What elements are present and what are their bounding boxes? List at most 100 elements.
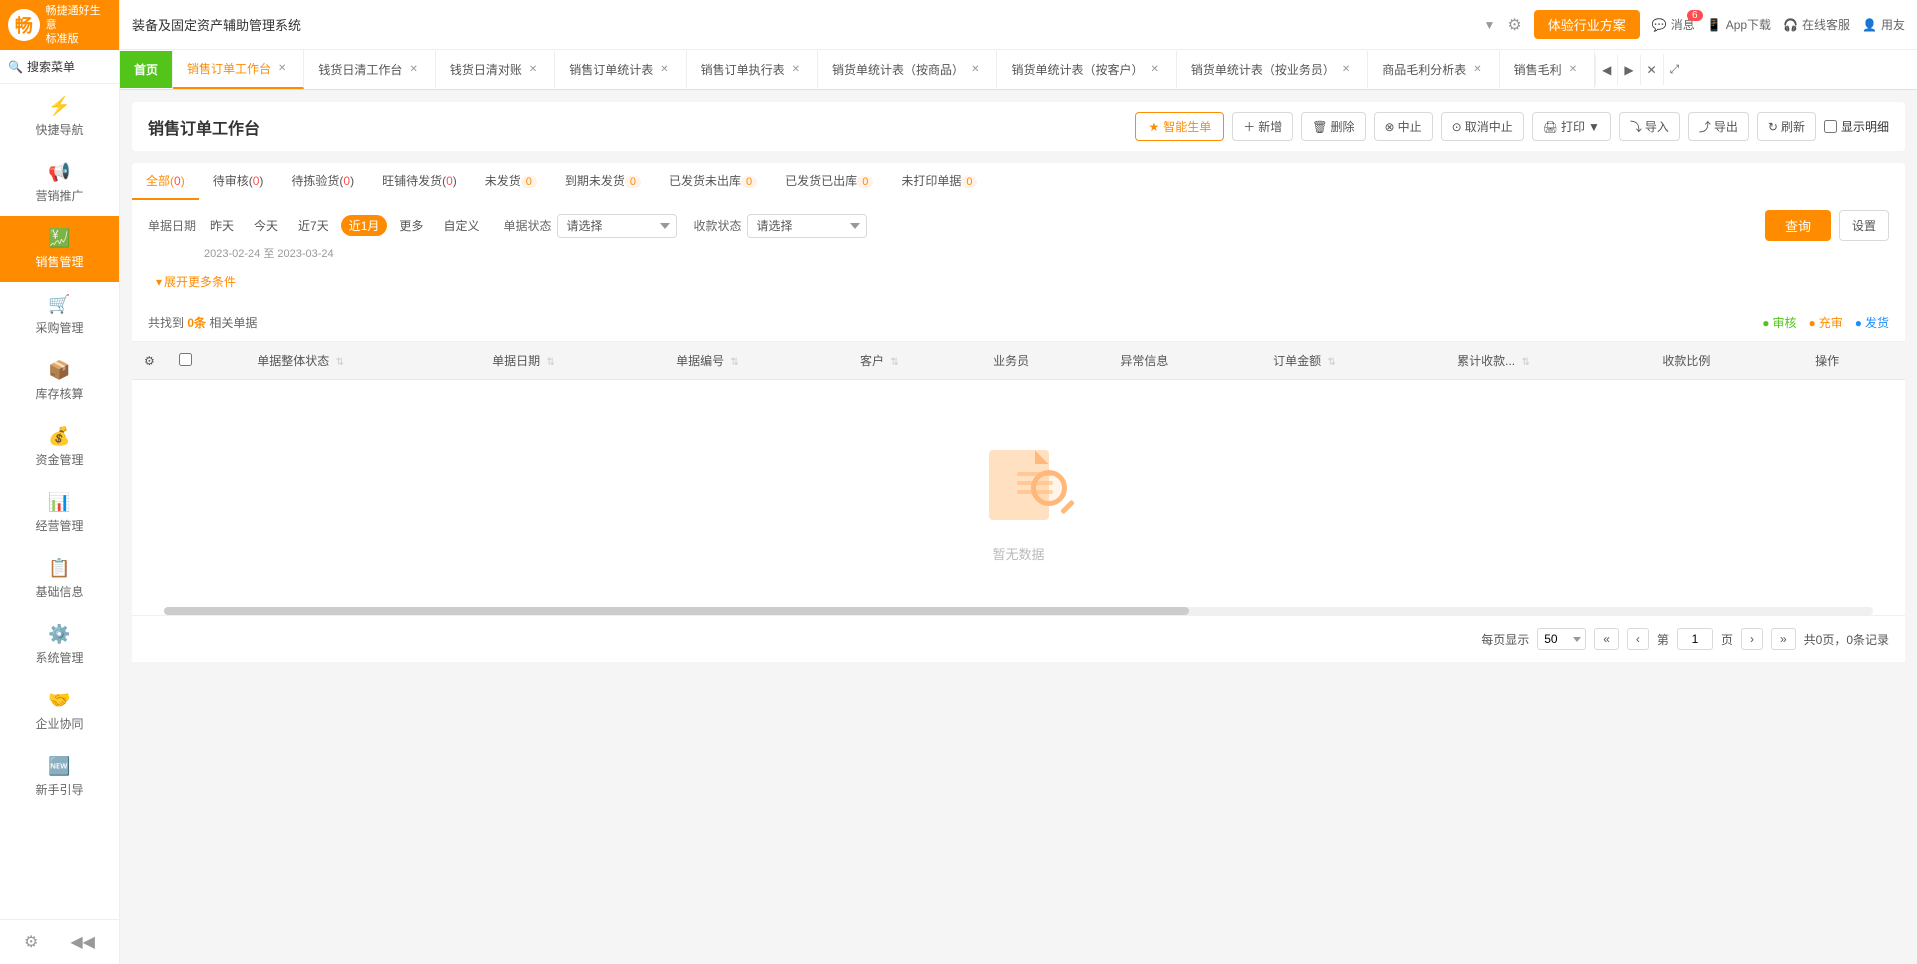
sidebar-item-quick-nav[interactable]: ⚡快捷导航 <box>0 84 119 150</box>
tab-sales-summary-customer[interactable]: 销货单统计表（按客户）✕ <box>997 51 1176 88</box>
collapse-icon[interactable]: ◀◀ <box>66 928 99 956</box>
sort-customer-icon[interactable]: ⇅ <box>890 357 898 368</box>
cancel-stop-btn[interactable]: ⊙ 取消中止 <box>1441 112 1524 141</box>
tab-maximize-btn[interactable]: ⤢ <box>1663 54 1686 85</box>
tab-sales-stats[interactable]: 销售订单统计表✕ <box>555 51 686 88</box>
sidebar-item-purchase[interactable]: 🛒采购管理 <box>0 282 119 348</box>
add-btn[interactable]: ＋ 新增 <box>1232 112 1293 141</box>
tab-close-sales-summary-product[interactable]: ✕ <box>968 63 982 76</box>
tab-sales-summary-product[interactable]: 销货单统计表（按商品）✕ <box>818 51 997 88</box>
online-service-btn[interactable]: 🎧 在线客服 <box>1783 16 1850 33</box>
date-btn-自定义[interactable]: 自定义 <box>435 215 487 236</box>
empty-illustration <box>969 440 1069 530</box>
sidebar-item-system[interactable]: ⚙️系统管理 <box>0 612 119 678</box>
date-btn-更多[interactable]: 更多 <box>391 215 431 236</box>
status-select[interactable]: 请选择 <box>557 214 677 238</box>
horizontal-scrollbar[interactable] <box>164 607 1873 615</box>
prev-page-btn[interactable]: ‹ <box>1627 628 1649 650</box>
sidebar-item-sales[interactable]: 💹销售管理 <box>0 216 119 282</box>
th-settings[interactable]: ⚙ <box>132 342 167 380</box>
th-ops: 操作 <box>1803 342 1905 380</box>
search-menu[interactable]: 🔍 搜索菜单 <box>0 50 119 84</box>
tab-close-product-margin[interactable]: ✕ <box>1470 63 1484 76</box>
sub-tab-all[interactable]: 全部(0) <box>132 163 199 200</box>
tab-close-sales-exec[interactable]: ✕ <box>789 63 803 76</box>
export-btn[interactable]: ⤴ 导出 <box>1688 112 1749 141</box>
sub-tab-pending-review[interactable]: 待审核(0) <box>199 163 278 200</box>
scrollbar-thumb[interactable] <box>164 607 1189 615</box>
query-btn[interactable]: 查询 <box>1765 210 1831 241</box>
sort-amount-icon[interactable]: ⇅ <box>1328 357 1336 368</box>
tab-close-sales-profit[interactable]: ✕ <box>1566 63 1580 76</box>
sort-number-icon[interactable]: ⇅ <box>730 357 738 368</box>
sub-tab-wangpu-pending[interactable]: 旺铺待发货(0) <box>368 163 471 200</box>
tab-scroll-right-btn[interactable]: ▶ <box>1617 55 1639 85</box>
tab-cash-daily[interactable]: 钱货日清工作台✕ <box>304 51 435 88</box>
sub-tab-shipped-not-in[interactable]: 已发货未出库0 <box>655 163 771 200</box>
sidebar-item-operations[interactable]: 📊经营管理 <box>0 480 119 546</box>
show-detail-checkbox[interactable] <box>1824 120 1837 133</box>
th-checkbox-all[interactable] <box>167 342 245 380</box>
sidebar-item-inventory[interactable]: 📦库存核算 <box>0 348 119 414</box>
tab-home[interactable]: 首页 <box>120 51 173 88</box>
tab-close-sales-stats[interactable]: ✕ <box>657 63 671 76</box>
sort-received-icon[interactable]: ⇅ <box>1521 357 1529 368</box>
page-number-input[interactable] <box>1677 628 1713 650</box>
refresh-btn[interactable]: ↻ 刷新 <box>1757 112 1816 141</box>
tab-sales-profit[interactable]: 销售毛利✕ <box>1500 51 1595 88</box>
sidebar-item-coop[interactable]: 🤝企业协同 <box>0 678 119 744</box>
sidebar-item-basic[interactable]: 📋基础信息 <box>0 546 119 612</box>
select-all-checkbox[interactable] <box>179 353 192 366</box>
show-detail-label[interactable]: 显示明细 <box>1824 118 1889 135</box>
date-btn-今天[interactable]: 今天 <box>246 215 286 236</box>
sub-tab-expired-not-shipped[interactable]: 到期未发货0 <box>551 163 655 200</box>
date-btn-昨天[interactable]: 昨天 <box>202 215 242 236</box>
settings-gear-icon[interactable]: ⚙ <box>1507 15 1521 35</box>
sub-tab-pending-inspect[interactable]: 待拣验货(0) <box>277 163 368 200</box>
sidebar-item-marketing[interactable]: 📢营销推广 <box>0 150 119 216</box>
ship-btn[interactable]: ● 发货 <box>1855 314 1889 331</box>
tab-cash-reconcile[interactable]: 钱货日清对账✕ <box>436 51 555 88</box>
first-page-btn[interactable]: « <box>1594 628 1619 650</box>
sub-tab-not-shipped[interactable]: 未发货0 <box>471 163 551 200</box>
user-menu[interactable]: 👤 用友 <box>1862 16 1905 33</box>
setting-btn[interactable]: 设置 <box>1839 210 1889 241</box>
tab-sales-summary-staff[interactable]: 销货单统计表（按业务员）✕ <box>1177 51 1368 88</box>
delete-btn[interactable]: 🗑 删除 <box>1301 112 1365 141</box>
trial-btn[interactable]: 体验行业方案 <box>1534 10 1640 39</box>
print-btn[interactable]: 🖨 打印 ▼ <box>1532 112 1611 141</box>
cancel-audit-btn[interactable]: ● 充审 <box>1808 314 1842 331</box>
tab-product-margin[interactable]: 商品毛利分析表✕ <box>1368 51 1499 88</box>
tab-scroll-left-btn[interactable]: ◀ <box>1595 55 1617 85</box>
expand-filter-btn[interactable]: ▾ 展开更多条件 <box>148 269 1889 294</box>
next-page-btn[interactable]: › <box>1741 628 1763 650</box>
sidebar-item-finance[interactable]: 💰资金管理 <box>0 414 119 480</box>
tab-sales-exec[interactable]: 销售订单执行表✕ <box>687 51 818 88</box>
app-download-btn[interactable]: 📱 App下载 <box>1707 16 1771 33</box>
tab-sales-workbench[interactable]: 销售订单工作台✕ <box>173 50 304 89</box>
date-btn-近1月[interactable]: 近1月 <box>341 215 388 236</box>
record-count: 共找到 0条 相关单据 <box>148 314 257 331</box>
settings-icon[interactable]: ⚙ <box>20 928 42 956</box>
tab-close-sales-summary-customer[interactable]: ✕ <box>1147 63 1161 76</box>
payment-select[interactable]: 请选择 <box>747 214 867 238</box>
audit-op-btn[interactable]: ● 审核 <box>1762 314 1796 331</box>
sort-status-icon[interactable]: ⇅ <box>336 357 344 368</box>
tab-close-cash-reconcile[interactable]: ✕ <box>526 63 540 76</box>
tab-close-sales-workbench[interactable]: ✕ <box>275 62 289 75</box>
import-btn[interactable]: ⤵ 导入 <box>1619 112 1680 141</box>
sub-tab-not-printed[interactable]: 未打印单据0 <box>887 163 991 200</box>
tab-close-sales-summary-staff[interactable]: ✕ <box>1339 63 1353 76</box>
sidebar-item-guide[interactable]: 🆕新手引导 <box>0 744 119 810</box>
sub-tab-shipped-out[interactable]: 已发货已出库0 <box>771 163 887 200</box>
sort-date-icon[interactable]: ⇅ <box>546 357 554 368</box>
tab-close-current-btn[interactable]: ✕ <box>1640 55 1663 85</box>
dropdown-arrow-icon[interactable]: ▼ <box>1484 18 1496 32</box>
message-btn[interactable]: 💬 消息 6 <box>1652 16 1695 33</box>
date-btn-近7天[interactable]: 近7天 <box>290 215 337 236</box>
tab-close-cash-daily[interactable]: ✕ <box>406 63 420 76</box>
smart-btn[interactable]: ★ 智能生单 <box>1135 112 1224 141</box>
stop-btn[interactable]: ⊗ 中止 <box>1374 112 1433 141</box>
last-page-btn[interactable]: » <box>1771 628 1796 650</box>
page-size-select[interactable]: 50 20 100 <box>1537 628 1586 650</box>
